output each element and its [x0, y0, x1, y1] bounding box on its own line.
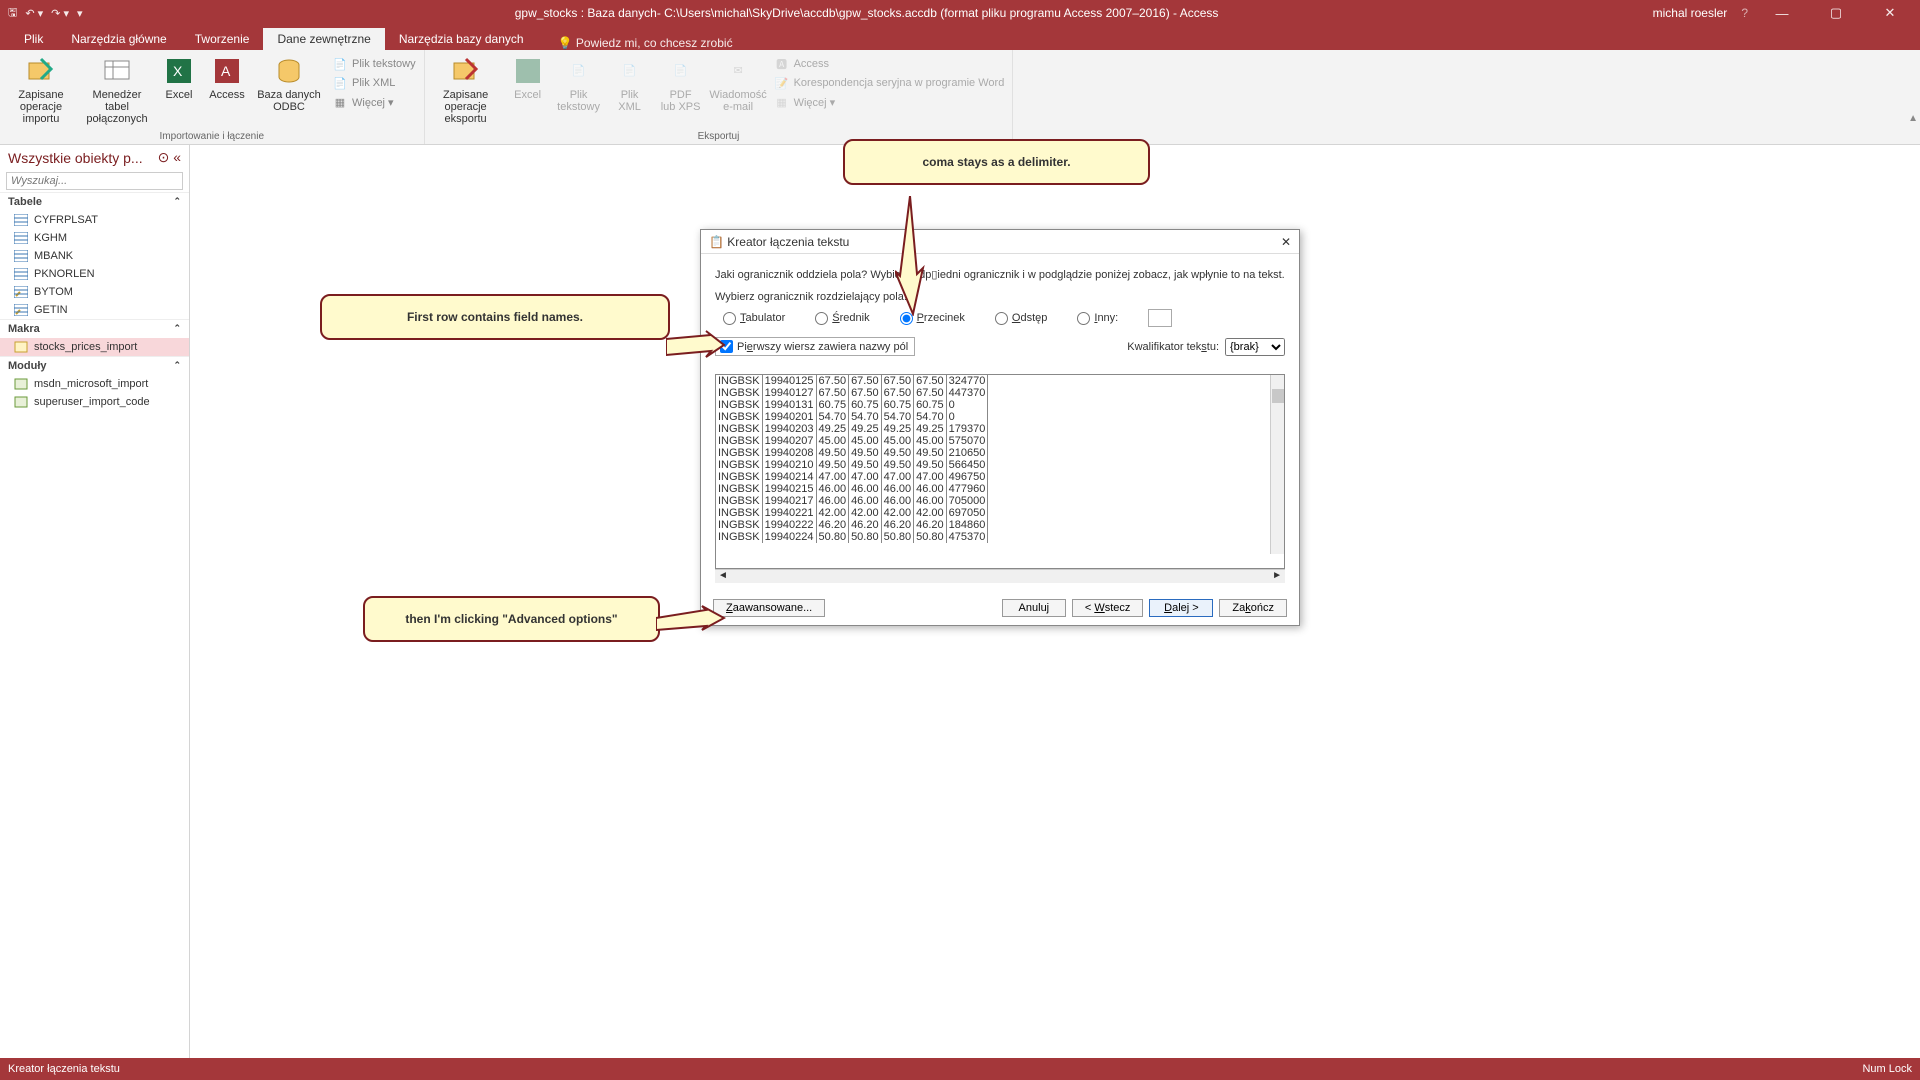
table-icon — [14, 232, 28, 244]
table-icon — [14, 268, 28, 280]
cancel-button[interactable]: Anuluj — [1002, 599, 1066, 617]
help-icon[interactable]: ? — [1741, 6, 1748, 20]
status-left: Kreator łączenia tekstu — [8, 1063, 120, 1075]
user-name[interactable]: michal roesler — [1653, 6, 1728, 20]
wizard-icon: 📋 — [709, 235, 724, 249]
saved-imports-button[interactable]: Zapisane operacje importu — [6, 53, 76, 129]
import-more-button[interactable]: ▦Więcej ▾ — [330, 93, 418, 111]
nav-header[interactable]: Wszystkie obiekty p...⊙ « — [0, 145, 189, 170]
nav-module-item[interactable]: superuser_import_code — [0, 393, 189, 411]
module-icon — [14, 378, 28, 390]
nav-table-item[interactable]: PKNORLEN — [0, 265, 189, 283]
export-word-merge-button: 📝Korespondencja seryjna w programie Word — [772, 74, 1007, 92]
tab-file[interactable]: Plik — [10, 28, 57, 50]
nav-module-item[interactable]: msdn_microsoft_import — [0, 375, 189, 393]
radio-tab[interactable]: Tabulator — [723, 312, 785, 325]
callout-comma: coma stays as a delimiter. — [843, 139, 1150, 185]
tell-me[interactable]: 💡 Powiedz mi, co chcesz zrobić — [558, 36, 733, 50]
table-icon — [14, 214, 28, 226]
radio-other[interactable]: Inny: — [1077, 312, 1118, 325]
import-odbc-button[interactable]: Baza danych ODBC — [254, 53, 324, 129]
text-qualifier-label: Kwalifikator tekstu: — [1127, 341, 1219, 353]
callout-first-row: First row contains field names. — [320, 294, 670, 340]
dialog-close-button[interactable]: ✕ — [1281, 235, 1291, 249]
svg-text:A: A — [221, 63, 231, 79]
preview-vscroll[interactable] — [1270, 375, 1284, 554]
next-button[interactable]: Dalej > — [1149, 599, 1213, 617]
maximize-button[interactable]: ▢ — [1816, 5, 1856, 21]
import-xml-button[interactable]: 📄Plik XML — [330, 74, 418, 92]
import-access-button[interactable]: AAccess — [206, 53, 248, 129]
callout-advanced: then I'm clicking "Advanced options" — [363, 596, 660, 642]
window-title: gpw_stocks : Baza danych- C:\Users\micha… — [91, 6, 1643, 20]
link-text-wizard-dialog: 📋 Kreator łączenia tekstu ✕ Jaki ogranic… — [700, 229, 1300, 626]
ribbon-tabs: Plik Narzędzia główne Tworzenie Dane zew… — [0, 26, 1920, 50]
table-icon — [14, 250, 28, 262]
nav-table-item[interactable]: KGHM — [0, 229, 189, 247]
nav-section-macros[interactable]: Makra⌃ — [0, 319, 189, 338]
group-import-label: Importowanie i łączenie — [6, 129, 418, 144]
nav-table-item[interactable]: MBANK — [0, 247, 189, 265]
svg-text:X: X — [173, 63, 183, 79]
advanced-button[interactable]: Zaawansowane... — [713, 599, 825, 617]
nav-section-tables[interactable]: Tabele⌃ — [0, 192, 189, 211]
dialog-question: Jaki ogranicznik oddziela pola? Wybierz … — [715, 268, 1285, 281]
redo-icon[interactable]: ↷ ▾ — [51, 7, 69, 20]
export-xml-button: 📄Plik XML — [609, 53, 651, 129]
import-excel-button[interactable]: XExcel — [158, 53, 200, 129]
tab-external-data[interactable]: Dane zewnętrzne — [263, 28, 384, 50]
table-icon — [14, 304, 28, 316]
module-icon — [14, 396, 28, 408]
nav-search-input[interactable] — [6, 172, 183, 190]
status-bar: Kreator łączenia tekstu Num Lock — [0, 1058, 1920, 1080]
tab-create[interactable]: Tworzenie — [181, 28, 264, 50]
linked-table-manager-button[interactable]: Menedżer tabel połączonych — [82, 53, 152, 129]
macro-icon — [14, 341, 28, 353]
other-delimiter-input[interactable] — [1148, 309, 1172, 327]
minimize-button[interactable]: — — [1762, 6, 1802, 21]
export-text-button: 📄Plik tekstowy — [555, 53, 603, 129]
tab-home[interactable]: Narzędzia główne — [57, 28, 180, 50]
ribbon: Zapisane operacje importu Menedżer tabel… — [0, 50, 1920, 145]
tab-db-tools[interactable]: Narzędzia bazy danych — [385, 28, 538, 50]
delimiter-radios: Tabulator Średnik Przecinek Odstęp Inny: — [723, 309, 1285, 327]
status-numlock: Num Lock — [1862, 1063, 1912, 1075]
title-bar: 🖫 ↶ ▾ ↷ ▾ ▾ gpw_stocks : Baza danych- C:… — [0, 0, 1920, 26]
preview-pane: INGBSK1994012567.5067.5067.5067.50324770… — [715, 374, 1285, 569]
nav-macro-item[interactable]: stocks_prices_import — [0, 338, 189, 356]
import-text-file-button[interactable]: 📄Plik tekstowy — [330, 55, 418, 73]
export-email-button: ✉Wiadomość e-mail — [711, 53, 766, 129]
close-button[interactable]: ✕ — [1870, 5, 1910, 21]
qat-customize-icon[interactable]: ▾ — [77, 7, 83, 20]
dialog-title-bar: 📋 Kreator łączenia tekstu ✕ — [701, 230, 1299, 254]
export-more-button: ▦Więcej ▾ — [772, 93, 1007, 111]
back-button[interactable]: < Wstecz — [1072, 599, 1144, 617]
radio-semicolon[interactable]: Średnik — [815, 312, 869, 325]
nav-section-modules[interactable]: Moduły⌃ — [0, 356, 189, 375]
table-icon — [14, 286, 28, 298]
export-excel-button: Excel — [507, 53, 549, 129]
collapse-ribbon-icon[interactable]: ▲ — [1908, 113, 1918, 124]
navigation-pane: Wszystkie obiekty p...⊙ « Tabele⌃ CYFRPL… — [0, 145, 190, 1058]
export-pdf-button: 📄PDF lub XPS — [657, 53, 705, 129]
save-icon[interactable]: 🖫 — [8, 4, 17, 23]
choose-delimiter-label: Wybierz ogranicznik rozdzielający pola: — [715, 291, 1285, 303]
nav-table-item[interactable]: BYTOM — [0, 283, 189, 301]
finish-button[interactable]: Zakończ — [1219, 599, 1287, 617]
preview-hscroll[interactable]: ◄► — [715, 569, 1285, 583]
undo-icon[interactable]: ↶ ▾ — [25, 7, 43, 20]
first-row-checkbox[interactable]: Pierwszy wiersz zawiera nazwy pól — [715, 337, 915, 356]
export-access-button: 🅰Access — [772, 55, 1007, 73]
radio-space[interactable]: Odstęp — [995, 312, 1047, 325]
nav-table-item[interactable]: CYFRPLSAT — [0, 211, 189, 229]
text-qualifier-select[interactable]: {brak} — [1225, 338, 1285, 356]
nav-table-item[interactable]: GETIN — [0, 301, 189, 319]
saved-exports-button[interactable]: Zapisane operacje eksportu — [431, 53, 501, 129]
